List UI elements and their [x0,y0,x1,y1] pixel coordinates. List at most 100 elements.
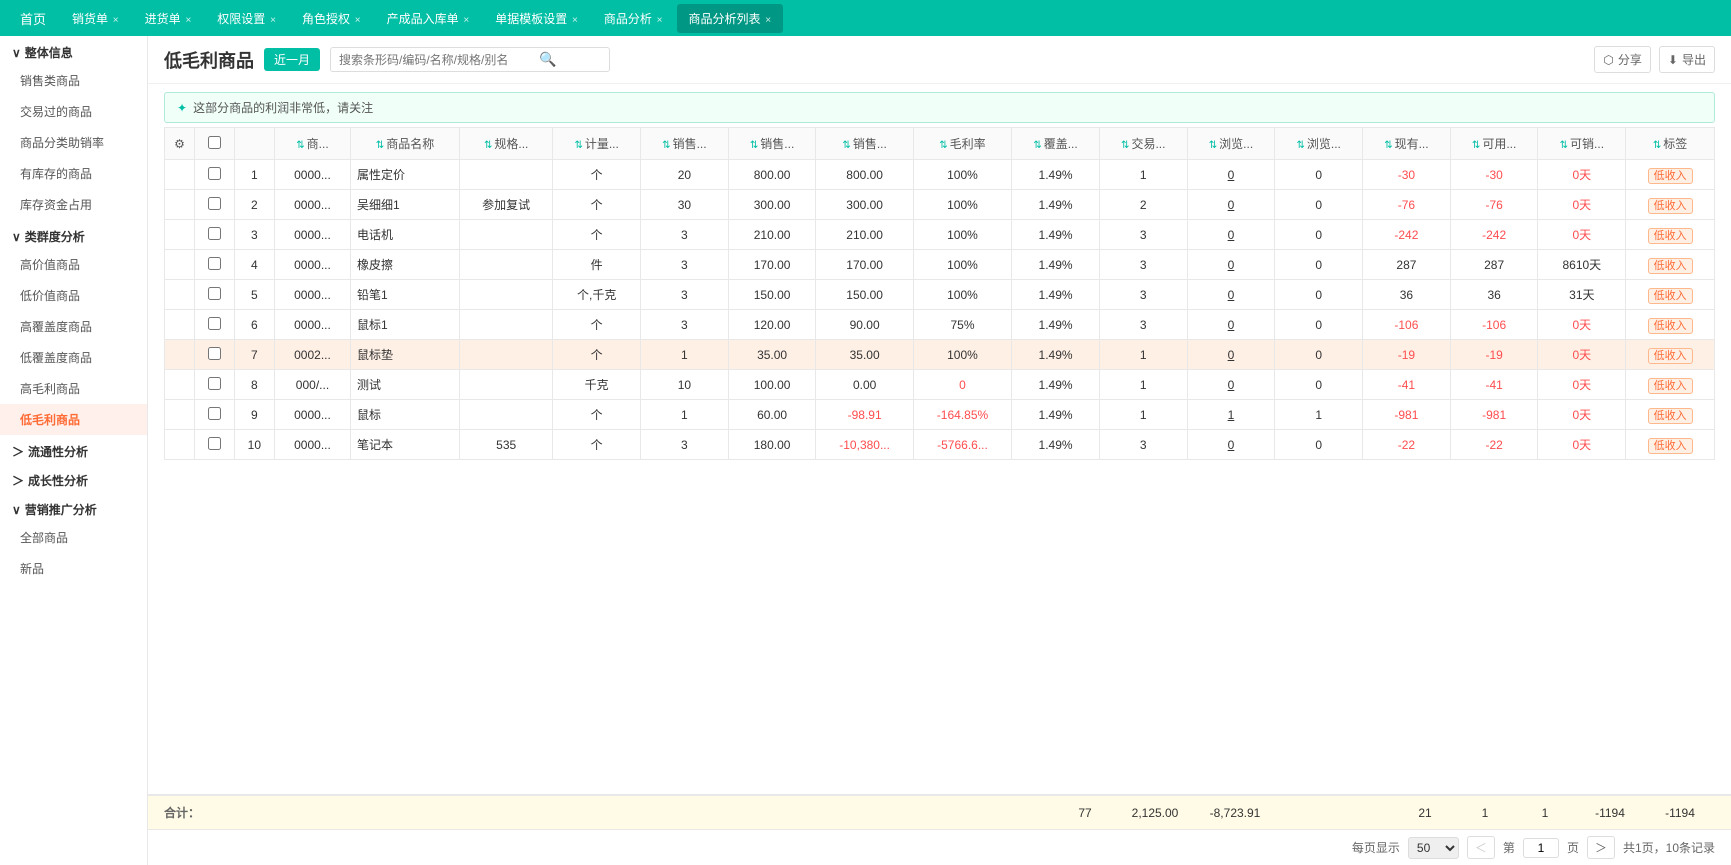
sidebar-item-category-rate[interactable]: 商品分类助销率 [0,127,147,158]
page-number-input[interactable] [1523,838,1559,858]
sidebar-item-high-value[interactable]: 高价值商品 [0,249,147,280]
nav-sales[interactable]: 销货单 × [60,4,131,33]
col-code[interactable]: ⇅商... [275,128,351,160]
row-view1[interactable]: 0 [1187,220,1275,250]
row-view1[interactable]: 0 [1187,340,1275,370]
row-check[interactable] [208,437,221,450]
sidebar-group-growth[interactable]: ＞ 成长性分析 [0,464,147,493]
row-checkbox[interactable] [195,220,235,250]
row-view1[interactable]: 0 [1187,310,1275,340]
sidebar-item-low-coverage[interactable]: 低覆盖度商品 [0,342,147,373]
search-input[interactable] [339,53,539,67]
row-saleable-stock: 0天 [1538,400,1626,430]
col-check[interactable] [195,128,235,160]
col-view2[interactable]: ⇅浏览... [1275,128,1363,160]
next-page-button[interactable]: ＞ [1587,836,1615,859]
sidebar-item-high-coverage[interactable]: 高覆盖度商品 [0,311,147,342]
row-cover-rate: 1.49% [1012,250,1100,280]
sidebar-item-low-margin[interactable]: 低毛利商品 [0,404,147,435]
sidebar-item-low-value[interactable]: 低价值商品 [0,280,147,311]
col-spec[interactable]: ⇅规格... [460,128,553,160]
row-no: 6 [234,310,274,340]
row-check[interactable] [208,197,221,210]
row-view1[interactable]: 0 [1187,430,1275,460]
row-view1[interactable]: 0 [1187,160,1275,190]
row-current-stock: -19 [1363,340,1451,370]
row-view1[interactable]: 0 [1187,280,1275,310]
sidebar-item-high-margin[interactable]: 高毛利商品 [0,373,147,404]
sidebar-item-sales-goods[interactable]: 销售类商品 [0,65,147,96]
row-checkbox[interactable] [195,400,235,430]
prev-page-button[interactable]: ＜ [1467,836,1495,859]
row-checkbox[interactable] [195,340,235,370]
row-checkbox[interactable] [195,250,235,280]
col-sales-amount[interactable]: ⇅销售... [816,128,913,160]
table-row: 5 0000... 铅笔1 个,千克 3 150.00 150.00 100% … [165,280,1715,310]
row-check[interactable] [208,317,221,330]
row-check[interactable] [208,377,221,390]
sidebar-item-stock-goods[interactable]: 有库存的商品 [0,158,147,189]
col-gross-rate[interactable]: ⇅毛利率 [913,128,1011,160]
row-view1[interactable]: 1 [1187,400,1275,430]
col-name[interactable]: ⇅商品名称 [350,128,459,160]
nav-roles[interactable]: 角色授权 × [290,4,373,33]
sidebar-item-new-goods[interactable]: 新品 [0,553,147,584]
sidebar-group-cluster[interactable]: ∨ 类群度分析 [0,220,147,249]
check-all[interactable] [208,136,221,149]
row-checkbox[interactable] [195,310,235,340]
row-checkbox[interactable] [195,190,235,220]
sidebar-group-marketing[interactable]: ∨ 营销推广分析 [0,493,147,522]
row-check[interactable] [208,407,221,420]
row-checkbox[interactable] [195,280,235,310]
row-check[interactable] [208,257,221,270]
row-tag: 低收入 [1626,430,1715,460]
page-size-select[interactable]: 50 20 100 [1408,837,1459,859]
col-trade-count[interactable]: ⇅交易... [1099,128,1187,160]
col-cover-rate[interactable]: ⇅覆盖... [1012,128,1100,160]
row-check[interactable] [208,287,221,300]
col-sales-qty[interactable]: ⇅销售... [641,128,729,160]
sidebar-item-capital[interactable]: 库存资金占用 [0,189,147,220]
export-button[interactable]: ⬇ 导出 [1659,46,1715,73]
row-view1[interactable]: 0 [1187,190,1275,220]
row-sales-amount: 800.00 [816,160,913,190]
nav-product-entry[interactable]: 产成品入库单 × [375,4,482,33]
col-unit[interactable]: ⇅计量... [553,128,641,160]
row-view1[interactable]: 0 [1187,370,1275,400]
col-tag[interactable]: ⇅标签 [1626,128,1715,160]
share-button[interactable]: ⬡ 分享 [1594,46,1651,73]
col-sales-price[interactable]: ⇅销售... [728,128,816,160]
row-gross-rate: -5766.6... [913,430,1011,460]
row-trade-count: 3 [1099,280,1187,310]
date-filter-button[interactable]: 近一月 [264,48,320,71]
row-check[interactable] [208,347,221,360]
footer-current-stock: -1194 [1575,806,1645,820]
page-label: 第 [1503,839,1515,856]
sidebar-group-overall[interactable]: ∨ 整体信息 [0,36,147,65]
col-view1[interactable]: ⇅浏览... [1187,128,1275,160]
nav-product-analysis[interactable]: 商品分析 × [592,4,675,33]
row-name: 电话机 [350,220,459,250]
col-current-stock[interactable]: ⇅现有... [1363,128,1451,160]
nav-template[interactable]: 单据模板设置 × [483,4,590,33]
row-available-stock: -41 [1450,370,1538,400]
nav-product-analysis-list[interactable]: 商品分析列表 × [677,4,784,33]
sidebar-item-traded-goods[interactable]: 交易过的商品 [0,96,147,127]
col-saleable-stock[interactable]: ⇅可销... [1538,128,1626,160]
row-check[interactable] [208,167,221,180]
header-actions: ⬡ 分享 ⬇ 导出 [1594,46,1715,73]
row-no: 10 [234,430,274,460]
nav-purchase[interactable]: 进货单 × [133,4,204,33]
row-checkbox[interactable] [195,430,235,460]
sidebar-group-liquidity[interactable]: ＞ 流通性分析 [0,435,147,464]
sidebar-item-all-goods[interactable]: 全部商品 [0,522,147,553]
row-checkbox[interactable] [195,370,235,400]
row-view1[interactable]: 0 [1187,250,1275,280]
row-checkbox[interactable] [195,160,235,190]
search-icon[interactable]: 🔍 [539,51,556,68]
nav-permissions[interactable]: 权限设置 × [205,4,288,33]
row-check[interactable] [208,227,221,240]
col-settings[interactable]: ⚙ [165,128,195,160]
col-available-stock[interactable]: ⇅可用... [1450,128,1538,160]
nav-home[interactable]: 首页 [8,3,58,34]
